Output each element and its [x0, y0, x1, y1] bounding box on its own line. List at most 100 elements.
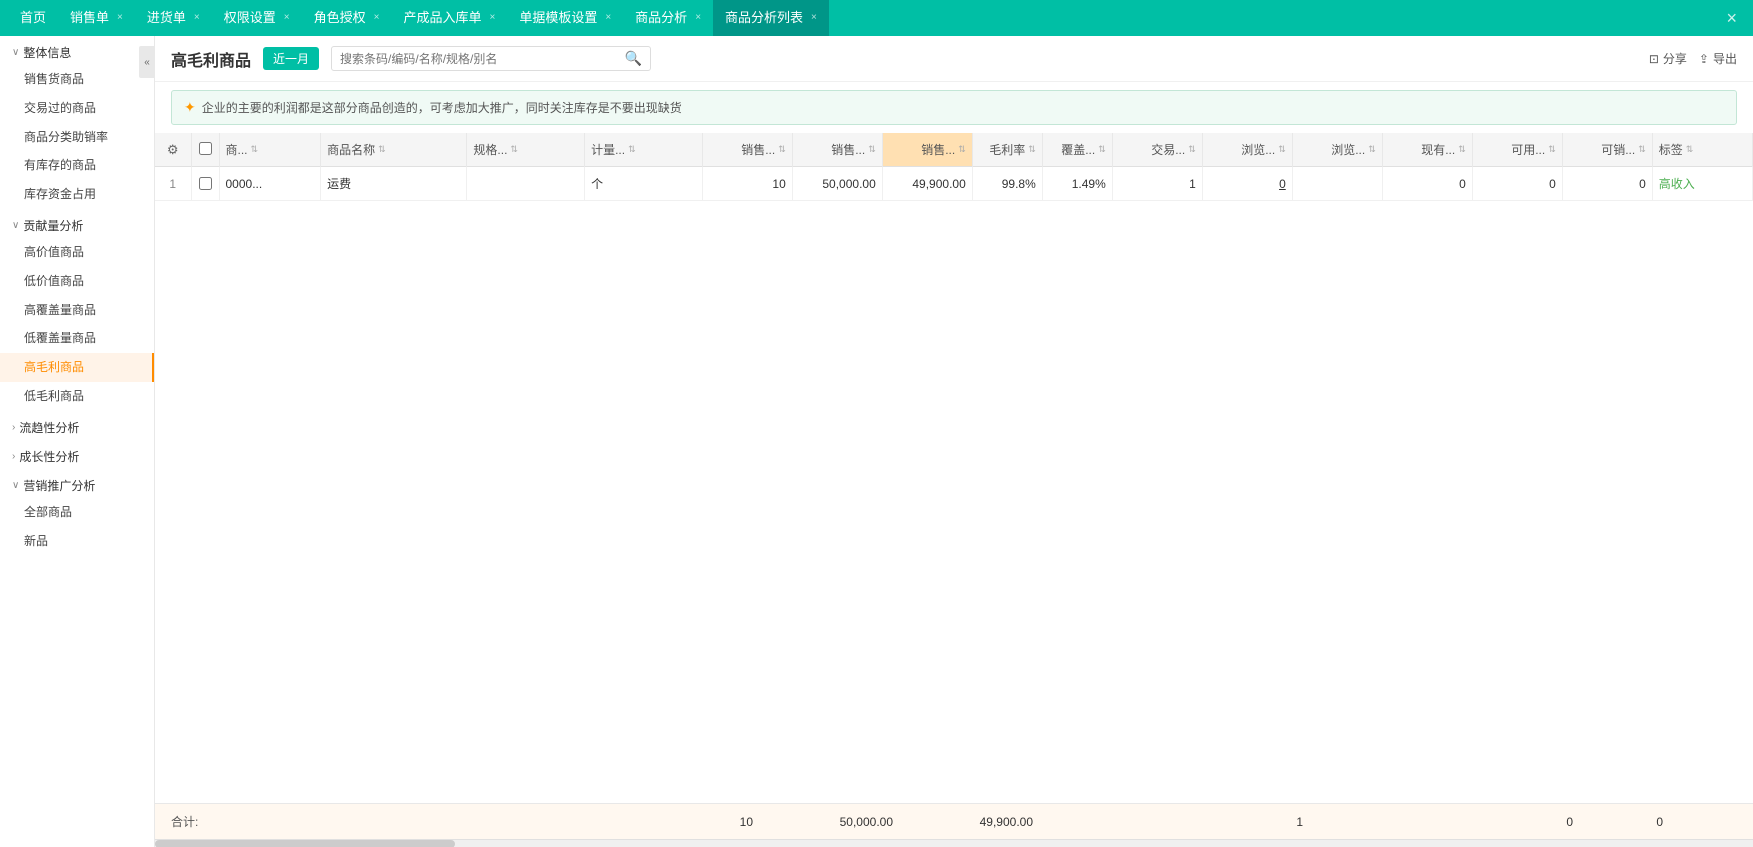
sidebar-group-growth[interactable]: › 成长性分析	[0, 440, 154, 469]
row-margin-rate: 99.8%	[972, 167, 1042, 201]
th-views1[interactable]: 浏览... ⇅	[1202, 133, 1292, 167]
footer-empty1	[219, 815, 309, 829]
footer-empty2	[309, 815, 399, 829]
th-sales-amount[interactable]: 销售... ⇅	[792, 133, 882, 167]
search-input[interactable]	[340, 52, 619, 66]
footer-empty7	[1129, 815, 1219, 829]
nav-item-warehouse[interactable]: 产成品入库单 ×	[391, 0, 507, 36]
th-margin-rate[interactable]: 毛利率 ⇅	[972, 133, 1042, 167]
row-current-stock: 0	[1382, 167, 1472, 201]
collapse-icon: «	[144, 57, 150, 68]
sort-icon-name: ⇅	[378, 144, 386, 155]
row-spec	[467, 167, 585, 201]
arrow-right-icon: ›	[12, 422, 15, 433]
nav-close-analysis[interactable]: ×	[695, 0, 701, 36]
sidebar-group-contribution[interactable]: ∨ 贡献量分析	[0, 209, 154, 238]
sidebar-item-new-goods[interactable]: 新品	[0, 527, 154, 556]
th-spec[interactable]: 规格... ⇅	[467, 133, 585, 167]
row-views2	[1292, 167, 1382, 201]
footer-empty4	[489, 815, 579, 829]
nav-close-all[interactable]: ×	[1718, 8, 1745, 29]
nav-close-permission[interactable]: ×	[284, 0, 290, 36]
row-checkbox[interactable]	[199, 177, 212, 190]
th-sales-qty[interactable]: 销售... ⇅	[702, 133, 792, 167]
date-filter-button[interactable]: 近一月	[263, 47, 319, 70]
footer-total: 合计: 10 50,000.00 49,900.00 1 0 0	[155, 803, 1753, 839]
th-name[interactable]: 商品名称 ⇅	[321, 133, 467, 167]
th-saleable-stock[interactable]: 可销... ⇅	[1562, 133, 1652, 167]
share-button[interactable]: ⊡ 分享	[1649, 50, 1687, 67]
nav-item-purchase[interactable]: 进货单 ×	[135, 0, 212, 36]
nav-item-permission[interactable]: 权限设置 ×	[212, 0, 302, 36]
sidebar-item-sales-goods[interactable]: 销售货商品	[0, 65, 154, 94]
th-check[interactable]	[191, 133, 219, 167]
export-button[interactable]: ⇪ 导出	[1699, 50, 1737, 67]
sort-icon-sales-amount: ⇅	[868, 144, 876, 155]
nav-close-warehouse[interactable]: ×	[489, 0, 495, 36]
sidebar-item-traded-goods[interactable]: 交易过的商品	[0, 94, 154, 123]
th-code[interactable]: 商... ⇅	[219, 133, 321, 167]
sidebar-item-all-goods[interactable]: 全部商品	[0, 498, 154, 527]
share-label: 分享	[1663, 50, 1687, 67]
row-views1[interactable]: 0	[1202, 167, 1292, 201]
sidebar-item-low-value[interactable]: 低价值商品	[0, 267, 154, 296]
sidebar-group-flow[interactable]: › 流趋性分析	[0, 411, 154, 440]
th-transaction[interactable]: 交易... ⇅	[1112, 133, 1202, 167]
row-sales-cost: 49,900.00	[882, 167, 972, 201]
sidebar-group-overall[interactable]: ∨ 整体信息	[0, 36, 154, 65]
sidebar-item-stock-goods[interactable]: 有库存的商品	[0, 151, 154, 180]
nav-item-analysis-list[interactable]: 商品分析列表 ×	[713, 0, 829, 36]
table-wrapper: ⚙ 商... ⇅ 商品名称	[155, 133, 1753, 803]
search-box: 🔍	[331, 46, 651, 71]
table-header-row: ⚙ 商... ⇅ 商品名称	[155, 133, 1753, 167]
sidebar-item-low-coverage[interactable]: 低覆盖量商品	[0, 324, 154, 353]
scrollbar-thumb[interactable]	[155, 840, 455, 847]
nav-item-sales[interactable]: 销售单 ×	[58, 0, 135, 36]
th-unit[interactable]: 计量... ⇅	[585, 133, 703, 167]
sort-icon-spec: ⇅	[510, 144, 518, 155]
row-coverage: 1.49%	[1042, 167, 1112, 201]
row-saleable-stock: 0	[1562, 167, 1652, 201]
nav-close-role[interactable]: ×	[374, 0, 380, 36]
nav-close-analysis-list[interactable]: ×	[811, 0, 817, 36]
th-sales-cost[interactable]: 销售... ⇅	[882, 133, 972, 167]
row-sales-qty: 10	[702, 167, 792, 201]
horizontal-scrollbar[interactable]	[155, 839, 1753, 847]
sidebar-item-high-coverage[interactable]: 高覆盖量商品	[0, 296, 154, 325]
sort-icon-margin: ⇅	[1028, 144, 1036, 155]
nav-close-sales[interactable]: ×	[117, 0, 123, 36]
sidebar-group-marketing[interactable]: ∨ 营销推广分析	[0, 469, 154, 498]
row-check[interactable]	[191, 167, 219, 201]
page-title: 高毛利商品	[171, 47, 251, 71]
sidebar-group-growth-label: 成长性分析	[19, 448, 79, 465]
sidebar-group-flow-label: 流趋性分析	[19, 419, 79, 436]
export-icon: ⇪	[1699, 52, 1709, 66]
gear-icon[interactable]: ⚙	[167, 142, 179, 157]
nav-close-purchase[interactable]: ×	[194, 0, 200, 36]
nav-item-template[interactable]: 单据模板设置 ×	[507, 0, 623, 36]
th-views2[interactable]: 浏览... ⇅	[1292, 133, 1382, 167]
nav-item-home[interactable]: 首页	[8, 0, 58, 36]
nav-item-role[interactable]: 角色授权 ×	[302, 0, 392, 36]
nav-close-template[interactable]: ×	[605, 0, 611, 36]
sidebar-item-category-rate[interactable]: 商品分类助销率	[0, 123, 154, 152]
select-all-checkbox[interactable]	[199, 142, 212, 155]
sidebar-collapse-button[interactable]: «	[139, 46, 155, 78]
views1-link[interactable]: 0	[1279, 177, 1286, 191]
th-coverage[interactable]: 覆盖... ⇅	[1042, 133, 1112, 167]
sidebar-item-high-margin[interactable]: 高毛利商品	[0, 353, 154, 382]
row-num: 1	[155, 167, 191, 201]
sort-icon-available: ⇅	[1548, 144, 1556, 155]
nav-item-analysis[interactable]: 商品分析 ×	[623, 0, 713, 36]
search-icon[interactable]: 🔍	[625, 50, 642, 67]
th-num: ⚙	[155, 133, 191, 167]
row-transaction: 1	[1112, 167, 1202, 201]
sidebar-item-low-margin[interactable]: 低毛利商品	[0, 382, 154, 411]
th-tag[interactable]: 标签 ⇅	[1652, 133, 1752, 167]
sidebar-item-stock-capital[interactable]: 库存资金占用	[0, 180, 154, 209]
footer-transaction: 1	[1219, 815, 1309, 829]
th-current-stock[interactable]: 现有... ⇅	[1382, 133, 1472, 167]
sidebar-item-high-value[interactable]: 高价值商品	[0, 238, 154, 267]
th-available-stock[interactable]: 可用... ⇅	[1472, 133, 1562, 167]
export-label: 导出	[1713, 50, 1737, 67]
